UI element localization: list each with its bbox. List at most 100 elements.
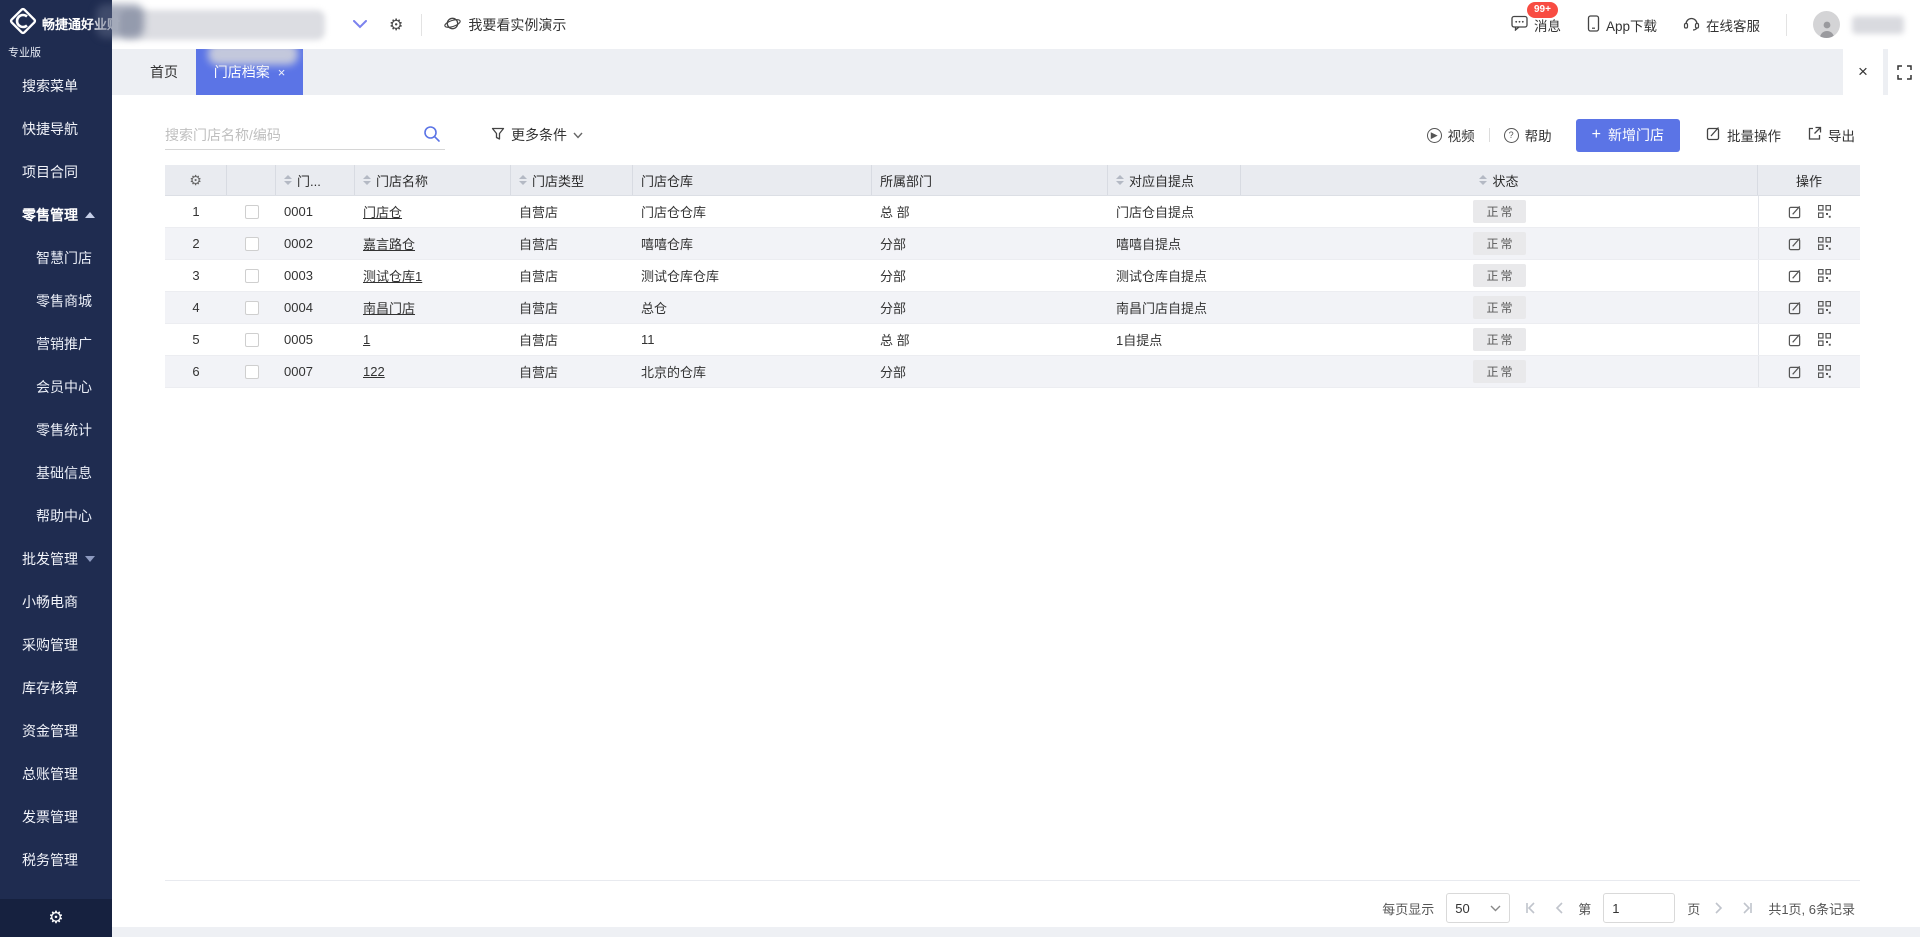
sidebar-item-库存核算[interactable]: 库存核算 — [0, 666, 112, 709]
user-menu[interactable] — [1813, 11, 1904, 38]
more-filters-button[interactable]: 更多条件 — [491, 125, 583, 145]
sidebar-item-发票管理[interactable]: 发票管理 — [0, 795, 112, 838]
store-name-link[interactable]: 南昌门店 — [363, 298, 415, 317]
sidebar-item-label: 帮助中心 — [36, 507, 92, 524]
page-input[interactable] — [1603, 893, 1676, 923]
store-type: 自营店 — [519, 205, 559, 220]
sidebar-item-税务管理[interactable]: 税务管理 — [0, 838, 112, 881]
store-name-link[interactable]: 嘉言路仓 — [363, 234, 415, 253]
row-checkbox[interactable] — [244, 268, 259, 283]
qr-code-icon[interactable] — [1818, 237, 1831, 250]
edit-icon[interactable] — [1788, 269, 1802, 283]
search-icon[interactable] — [423, 125, 441, 148]
sidebar-item-采购管理[interactable]: 采购管理 — [0, 623, 112, 666]
chevron-down-icon[interactable] — [353, 16, 367, 34]
store-name-link[interactable]: 测试仓库1 — [363, 266, 422, 285]
last-page-button[interactable] — [1738, 901, 1756, 915]
qr-code-icon[interactable] — [1818, 269, 1831, 282]
sidebar-item-批发管理[interactable]: 批发管理 — [0, 537, 112, 580]
tab-home[interactable]: 首页 — [132, 49, 196, 95]
header-pickup[interactable]: 对应自提点 — [1108, 165, 1241, 195]
header-department[interactable]: 所属部门 — [872, 165, 1108, 195]
row-index: 5 — [192, 332, 200, 347]
batch-actions-button[interactable]: 批量操作 — [1706, 125, 1781, 145]
sidebar-item-资金管理[interactable]: 资金管理 — [0, 709, 112, 752]
more-filters-label: 更多条件 — [511, 127, 567, 143]
row-checkbox[interactable] — [244, 364, 259, 379]
sidebar-item-零售商城[interactable]: 零售商城 — [0, 279, 112, 322]
edit-icon[interactable] — [1788, 301, 1802, 315]
chevron-down-icon — [1490, 905, 1501, 911]
row-checkbox[interactable] — [244, 332, 259, 347]
sidebar-item-会员中心[interactable]: 会员中心 — [0, 365, 112, 408]
video-label: 视频 — [1447, 129, 1475, 144]
messages-button[interactable]: 消息 99+ — [1511, 1, 1561, 35]
sort-icon[interactable] — [284, 175, 292, 185]
sidebar-settings-button[interactable]: ⚙ — [0, 899, 112, 937]
sidebar-item-搜索菜单[interactable]: 搜索菜单 — [0, 64, 112, 107]
sidebar-item-总账管理[interactable]: 总账管理 — [0, 752, 112, 795]
header-store-code[interactable]: 门... — [276, 165, 355, 195]
store-warehouse: 11 — [641, 332, 655, 347]
next-page-button[interactable] — [1712, 901, 1726, 915]
export-button[interactable]: 导出 — [1807, 125, 1855, 145]
fullscreen-icon[interactable] — [1888, 49, 1920, 95]
row-checkbox[interactable] — [244, 204, 259, 219]
org-name-redacted[interactable] — [120, 9, 325, 40]
add-store-button[interactable]: + 新增门店 — [1575, 118, 1680, 152]
sidebar-item-帮助中心[interactable]: 帮助中心 — [0, 494, 112, 537]
row-checkbox[interactable] — [244, 236, 259, 251]
first-page-button[interactable] — [1522, 901, 1540, 915]
sidebar-item-快捷导航[interactable]: 快捷导航 — [0, 107, 112, 150]
header-warehouse[interactable]: 门店仓库 — [633, 165, 872, 195]
qr-code-icon[interactable] — [1818, 365, 1831, 378]
gear-icon[interactable]: ⚙ — [189, 172, 202, 189]
actions-cell — [1758, 196, 1860, 227]
sidebar-item-营销推广[interactable]: 营销推广 — [0, 322, 112, 365]
sort-icon[interactable] — [1479, 175, 1488, 185]
sidebar-item-小畅电商[interactable]: 小畅电商 — [0, 580, 112, 623]
sidebar-item-label: 税务管理 — [22, 851, 78, 868]
video-button[interactable]: ▶ 视频 — [1426, 125, 1475, 145]
divider — [1488, 128, 1490, 142]
column-settings: ⚙ — [165, 165, 227, 195]
sidebar-item-零售统计[interactable]: 零售统计 — [0, 408, 112, 451]
header-status[interactable]: 状态 — [1241, 165, 1758, 195]
edit-icon[interactable] — [1788, 333, 1802, 347]
store-name-link[interactable]: 1 — [363, 332, 370, 347]
app-download-button[interactable]: App下载 — [1587, 14, 1657, 35]
close-all-tabs-button[interactable]: × — [1843, 49, 1883, 95]
edit-icon[interactable] — [1788, 237, 1802, 251]
store-name-link[interactable]: 122 — [363, 364, 385, 379]
table-row: 1 0001 门店仓 自营店 门店仓仓库 总 部 门店仓自提点 正常 — [165, 196, 1860, 228]
header-store-name[interactable]: 门店名称 — [355, 165, 511, 195]
edit-icon[interactable] — [1788, 205, 1802, 219]
sidebar-item-智慧门店[interactable]: 智慧门店 — [0, 236, 112, 279]
edit-icon[interactable] — [1788, 365, 1802, 379]
sort-icon[interactable] — [1116, 175, 1124, 185]
sidebar-item-零售管理[interactable]: 零售管理 — [0, 193, 112, 236]
avatar — [1813, 11, 1840, 38]
sidebar-item-label: 会员中心 — [36, 378, 92, 395]
demo-link[interactable]: 我要看实例演示 — [444, 15, 566, 35]
prev-page-button[interactable] — [1552, 901, 1566, 915]
close-tab-icon[interactable]: × — [278, 65, 286, 80]
header-store-type[interactable]: 门店类型 — [511, 165, 633, 195]
chevron-up-icon — [85, 211, 95, 218]
sort-icon[interactable] — [519, 175, 527, 185]
help-button[interactable]: ? 帮助 — [1503, 125, 1552, 145]
online-service-button[interactable]: 在线客服 — [1683, 15, 1760, 35]
qr-code-icon[interactable] — [1818, 205, 1831, 218]
store-name-link[interactable]: 门店仓 — [363, 202, 402, 221]
sidebar-item-项目合同[interactable]: 项目合同 — [0, 150, 112, 193]
per-page-select[interactable]: 50 — [1446, 893, 1511, 923]
store-pickup: 测试仓库自提点 — [1116, 269, 1208, 284]
sort-icon[interactable] — [363, 175, 371, 185]
sidebar-item-基础信息[interactable]: 基础信息 — [0, 451, 112, 494]
search-input[interactable] — [165, 126, 415, 143]
store-code: 0002 — [284, 236, 313, 251]
row-checkbox[interactable] — [244, 300, 259, 315]
qr-code-icon[interactable] — [1818, 301, 1831, 314]
gear-icon[interactable]: ⚙ — [389, 15, 403, 35]
qr-code-icon[interactable] — [1818, 333, 1831, 346]
